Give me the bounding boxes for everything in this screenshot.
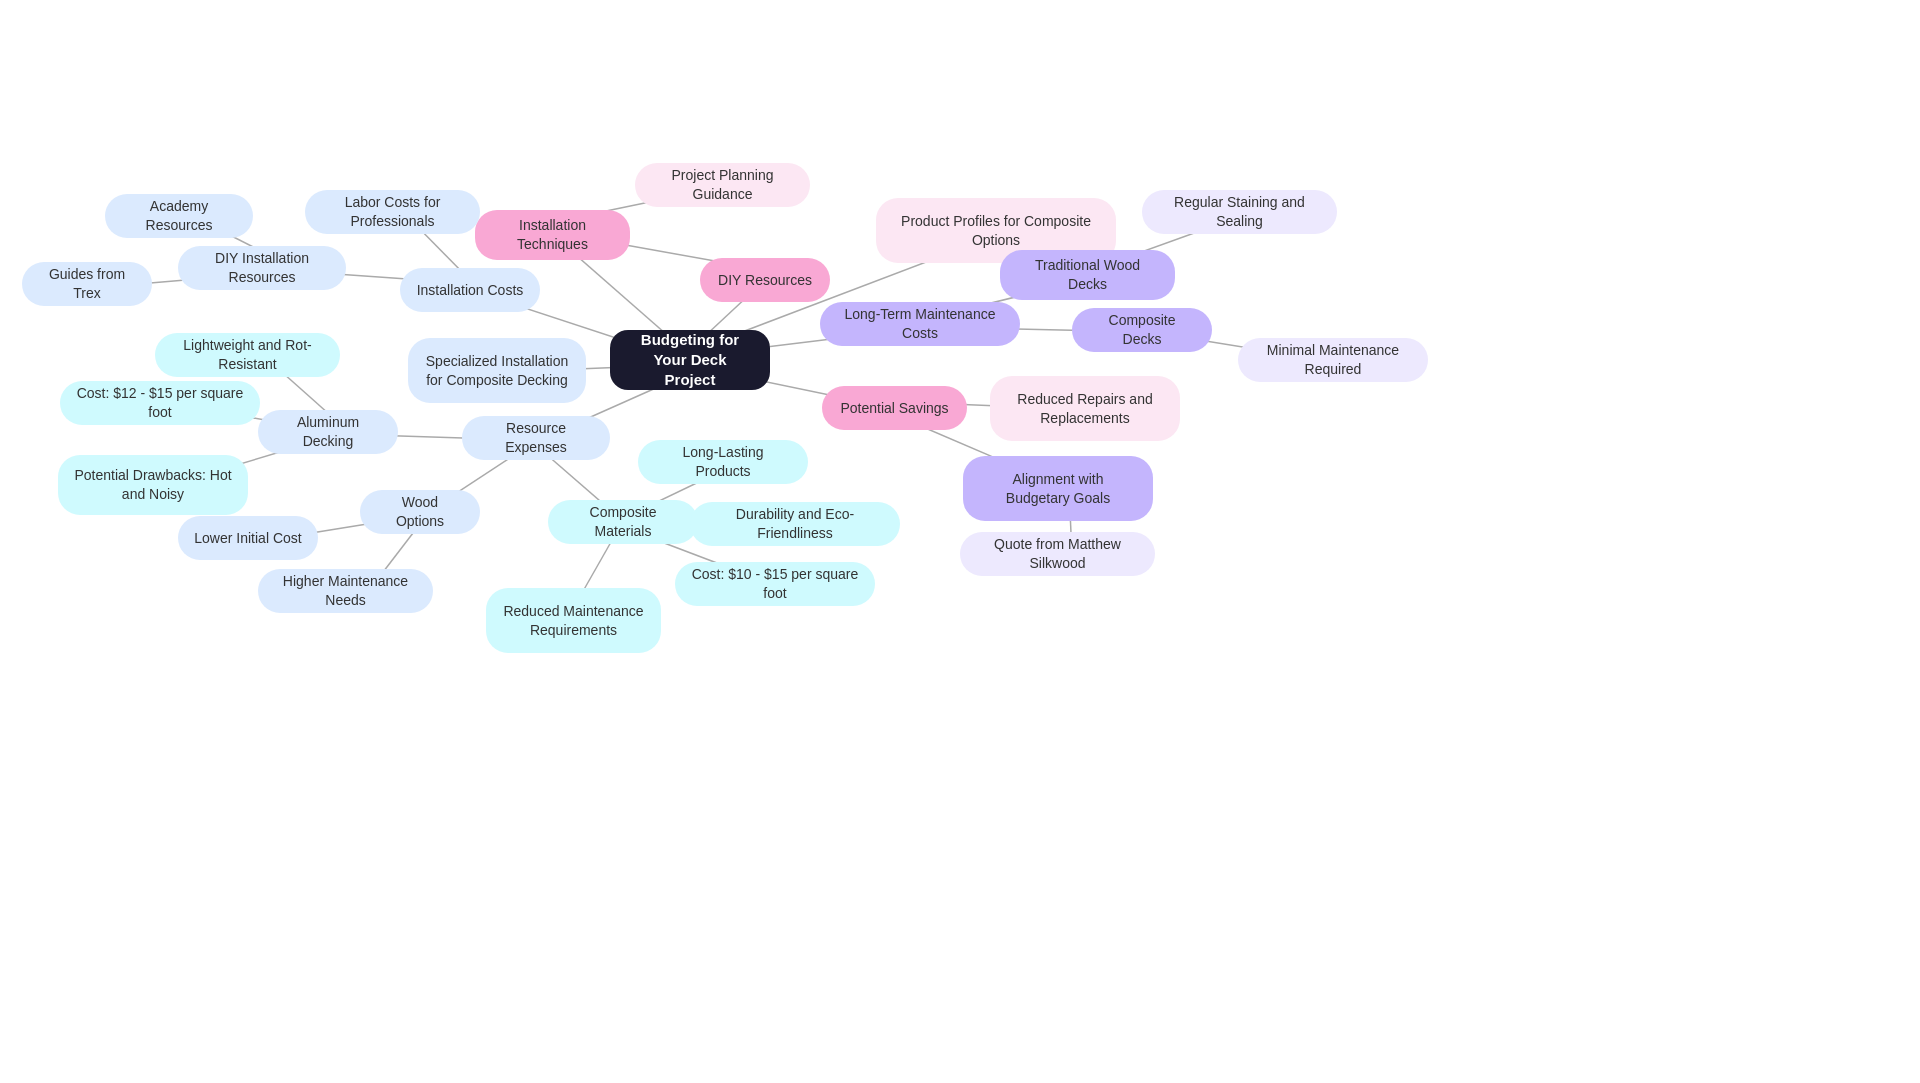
composite-decks-node: Composite Decks [1072, 308, 1212, 352]
minimal-maintenance-node: Minimal Maintenance Required [1238, 338, 1428, 382]
higher-maintenance-node: Higher Maintenance Needs [258, 569, 433, 613]
labor-costs-node: Labor Costs for Professionals [305, 190, 480, 234]
regular-staining-node: Regular Staining and Sealing [1142, 190, 1337, 234]
installation-costs-node: Installation Costs [400, 268, 540, 312]
long-lasting-node: Long-Lasting Products [638, 440, 808, 484]
resource-expenses-node: Resource Expenses [462, 416, 610, 460]
alignment-budgetary-node: Alignment with Budgetary Goals [963, 456, 1153, 521]
lower-initial-node: Lower Initial Cost [178, 516, 318, 560]
reduced-repairs-node: Reduced Repairs and Replacements [990, 376, 1180, 441]
diy-installation-node: DIY Installation Resources [178, 246, 346, 290]
cost-12-15-node: Cost: $12 - $15 per square foot [60, 381, 260, 425]
academy-resources-node: Academy Resources [105, 194, 253, 238]
guides-from-trex-node: Guides from Trex [22, 262, 152, 306]
quote-matthew-node: Quote from Matthew Silkwood [960, 532, 1155, 576]
traditional-wood-node: Traditional Wood Decks [1000, 250, 1175, 300]
durability-eco-node: Durability and Eco-Friendliness [690, 502, 900, 546]
composite-materials-node: Composite Materials [548, 500, 698, 544]
cost-10-15-node: Cost: $10 - $15 per square foot [675, 562, 875, 606]
center-node: Budgeting for Your Deck Project [610, 330, 770, 390]
project-planning-guidance-node: Project Planning Guidance [635, 163, 810, 207]
aluminum-decking-node: Aluminum Decking [258, 410, 398, 454]
installation-techniques-node: Installation Techniques [475, 210, 630, 260]
potential-drawbacks-node: Potential Drawbacks: Hot and Noisy [58, 455, 248, 515]
long-term-maintenance-node: Long-Term Maintenance Costs [820, 302, 1020, 346]
wood-options-node: Wood Options [360, 490, 480, 534]
specialized-installation-node: Specialized Installation for Composite D… [408, 338, 586, 403]
lightweight-rot-node: Lightweight and Rot-Resistant [155, 333, 340, 377]
diy-resources-node: DIY Resources [700, 258, 830, 302]
potential-savings-node: Potential Savings [822, 386, 967, 430]
reduced-maintenance-node: Reduced Maintenance Requirements [486, 588, 661, 653]
